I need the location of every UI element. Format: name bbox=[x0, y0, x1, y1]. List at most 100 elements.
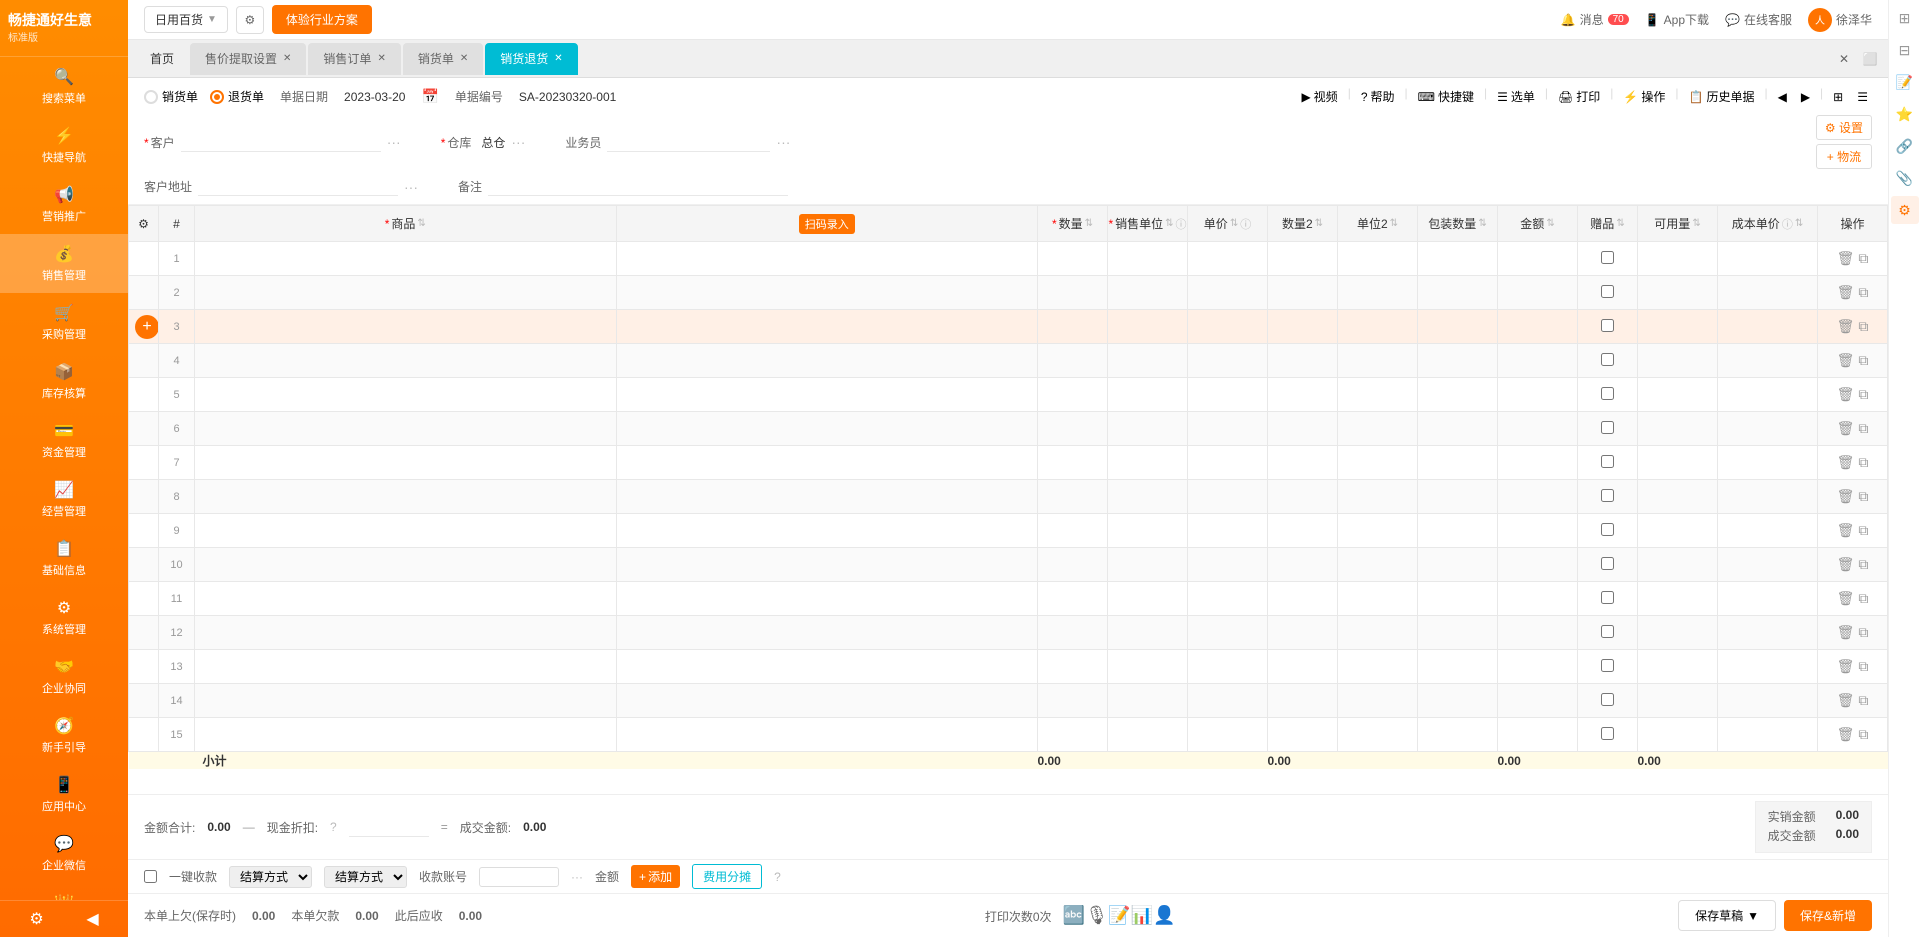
row-settings-cell[interactable]: + bbox=[129, 310, 159, 344]
row-copy-icon[interactable]: ⧉ bbox=[1858, 352, 1868, 369]
row-action-cell[interactable]: 🗑 ⧉ bbox=[1818, 310, 1888, 344]
operate-btn[interactable]: ⚡ 操作 bbox=[1619, 86, 1669, 107]
unit-sort-icon[interactable]: ⇅ bbox=[1165, 218, 1173, 229]
row-settings-cell[interactable] bbox=[129, 718, 159, 752]
salesperson-dots-icon[interactable]: ··· bbox=[776, 134, 790, 150]
row-copy-icon[interactable]: ⧉ bbox=[1858, 250, 1868, 267]
row-price-cell[interactable] bbox=[1188, 650, 1268, 684]
row-gift-cell[interactable] bbox=[1578, 514, 1638, 548]
col-header-avail[interactable]: 可用量 ⇅ bbox=[1638, 206, 1718, 242]
tab-sale-return[interactable]: 销货退货 ✕ bbox=[485, 43, 577, 75]
price-sort-icon[interactable]: ⇅ bbox=[1230, 218, 1238, 229]
sidebar-collapse-icon[interactable]: ◀ bbox=[86, 909, 98, 929]
sidebar-item-marketing[interactable]: 📢 营销推广 bbox=[0, 175, 128, 234]
history-btn[interactable]: 📋 历史单据 bbox=[1684, 86, 1758, 107]
gift-sort-icon[interactable]: ⇅ bbox=[1616, 218, 1624, 229]
cost-sort-icon[interactable]: ⇅ bbox=[1795, 218, 1803, 229]
calendar-icon[interactable]: 📅 bbox=[421, 88, 438, 105]
row-settings-cell[interactable] bbox=[129, 446, 159, 480]
sidebar-item-guide[interactable]: 🧭 新手引导 bbox=[0, 706, 128, 765]
row-copy-icon[interactable]: ⧉ bbox=[1858, 284, 1868, 301]
row-gift-cell[interactable] bbox=[1578, 718, 1638, 752]
gift-checkbox[interactable] bbox=[1601, 727, 1614, 740]
tab-sale-price-close-icon[interactable]: ✕ bbox=[283, 53, 291, 64]
row-copy-icon[interactable]: ⧉ bbox=[1858, 420, 1868, 437]
row-price-cell[interactable] bbox=[1188, 446, 1268, 480]
row-copy-icon[interactable]: ⧉ bbox=[1858, 624, 1868, 641]
row-copy-icon[interactable]: ⧉ bbox=[1858, 488, 1868, 505]
experience-btn[interactable]: 体验行业方案 bbox=[272, 5, 372, 34]
select-btn[interactable]: ☰ 选单 bbox=[1493, 86, 1539, 107]
customer-dots-icon[interactable]: ··· bbox=[387, 134, 401, 150]
gift-checkbox[interactable] bbox=[1601, 421, 1614, 434]
row-copy-icon[interactable]: ⧉ bbox=[1858, 386, 1868, 403]
gift-checkbox[interactable] bbox=[1601, 625, 1614, 638]
sidebar-item-system[interactable]: ⚙ 系统管理 bbox=[0, 588, 128, 647]
radio-sale-return[interactable]: 退货单 bbox=[210, 88, 264, 105]
row-copy-icon[interactable]: ⧉ bbox=[1858, 556, 1868, 573]
online-service-button[interactable]: 💬 在线客服 bbox=[1725, 11, 1792, 28]
row-action-cell[interactable]: 🗑 ⧉ bbox=[1818, 616, 1888, 650]
date-value[interactable]: 2023-03-20 bbox=[344, 90, 405, 104]
row-qty-cell[interactable] bbox=[1038, 378, 1108, 412]
row-price-cell[interactable] bbox=[1188, 480, 1268, 514]
warehouse-dots-icon[interactable]: ··· bbox=[511, 134, 525, 150]
sidebar-item-purchase[interactable]: 🛒 采购管理 bbox=[0, 293, 128, 352]
tab-sale-order[interactable]: 销售订单 ✕ bbox=[308, 43, 400, 75]
row-settings-cell[interactable] bbox=[129, 684, 159, 718]
sidebar-item-finance[interactable]: 💳 资金管理 bbox=[0, 411, 128, 470]
sidebar-item-operations[interactable]: 📈 经营管理 bbox=[0, 470, 128, 529]
row-action-cell[interactable]: 🗑 ⧉ bbox=[1818, 548, 1888, 582]
remark-input[interactable] bbox=[488, 177, 788, 196]
col-header-gift[interactable]: 赠品 ⇅ bbox=[1578, 206, 1638, 242]
row-gift-cell[interactable] bbox=[1578, 684, 1638, 718]
add-pay-button[interactable]: + 添加 bbox=[631, 865, 680, 888]
qty-sort-icon[interactable]: ⇅ bbox=[1085, 218, 1093, 229]
row-unit-cell[interactable] bbox=[1108, 616, 1188, 650]
sidebar-item-sales[interactable]: 💰 销售管理 bbox=[0, 234, 128, 293]
tab-sale-price[interactable]: 售价提取设置 ✕ bbox=[190, 43, 306, 75]
right-note-icon[interactable]: 📝 bbox=[1891, 68, 1919, 96]
col-header-qty[interactable]: * 数量 ⇅ bbox=[1038, 206, 1108, 242]
row-unit-cell[interactable] bbox=[1108, 718, 1188, 752]
col-header-unit2[interactable]: 单位2 ⇅ bbox=[1338, 206, 1418, 242]
nav-prev-icon[interactable]: ◀ bbox=[1774, 86, 1791, 107]
row-delete-icon[interactable]: 🗑 bbox=[1837, 590, 1855, 607]
row-price-cell[interactable] bbox=[1188, 412, 1268, 446]
row-qty-cell[interactable] bbox=[1038, 446, 1108, 480]
row-product-cell[interactable] bbox=[195, 548, 617, 582]
row-product-cell[interactable] bbox=[195, 378, 617, 412]
gift-checkbox[interactable] bbox=[1601, 489, 1614, 502]
row-unit-cell[interactable] bbox=[1108, 582, 1188, 616]
row-product-cell[interactable] bbox=[195, 514, 617, 548]
view-grid-icon[interactable]: ⊞ bbox=[1829, 86, 1847, 107]
shortcut-btn[interactable]: ⌨ 快捷键 bbox=[1414, 86, 1478, 107]
row-unit-cell[interactable] bbox=[1108, 684, 1188, 718]
row-settings-cell[interactable] bbox=[129, 514, 159, 548]
row-action-cell[interactable]: 🗑 ⧉ bbox=[1818, 412, 1888, 446]
print-btn[interactable]: 🖨 打印 bbox=[1554, 86, 1604, 107]
row-copy-icon[interactable]: ⧉ bbox=[1858, 454, 1868, 471]
account-input[interactable] bbox=[479, 867, 559, 887]
col-header-settings[interactable]: ⚙ bbox=[129, 206, 159, 242]
row-qty-cell[interactable] bbox=[1038, 650, 1108, 684]
customer-input[interactable] bbox=[181, 133, 381, 152]
product-sort-icon[interactable]: ⇅ bbox=[417, 218, 425, 229]
row-delete-icon[interactable]: 🗑 bbox=[1837, 522, 1855, 539]
row-product-cell[interactable] bbox=[195, 480, 617, 514]
gift-checkbox[interactable] bbox=[1601, 693, 1614, 706]
col-header-qty2[interactable]: 数量2 ⇅ bbox=[1268, 206, 1338, 242]
amount-sort-icon[interactable]: ⇅ bbox=[1546, 218, 1554, 229]
doc-settings-button[interactable]: ⚙ 设置 bbox=[1816, 115, 1872, 140]
account-dots-icon[interactable]: ··· bbox=[571, 870, 583, 884]
row-qty-cell[interactable] bbox=[1038, 616, 1108, 650]
row-settings-cell[interactable] bbox=[129, 378, 159, 412]
product-input[interactable] bbox=[201, 319, 610, 334]
sidebar-item-inventory[interactable]: 📦 库存核算 bbox=[0, 352, 128, 411]
sidebar-item-wechat[interactable]: 💬 企业微信 bbox=[0, 824, 128, 883]
row-qty-cell[interactable] bbox=[1038, 412, 1108, 446]
row-unit-cell[interactable] bbox=[1108, 446, 1188, 480]
pkg-sort-icon[interactable]: ⇅ bbox=[1478, 218, 1486, 229]
row-action-cell[interactable]: 🗑 ⧉ bbox=[1818, 276, 1888, 310]
row-settings-cell[interactable] bbox=[129, 582, 159, 616]
